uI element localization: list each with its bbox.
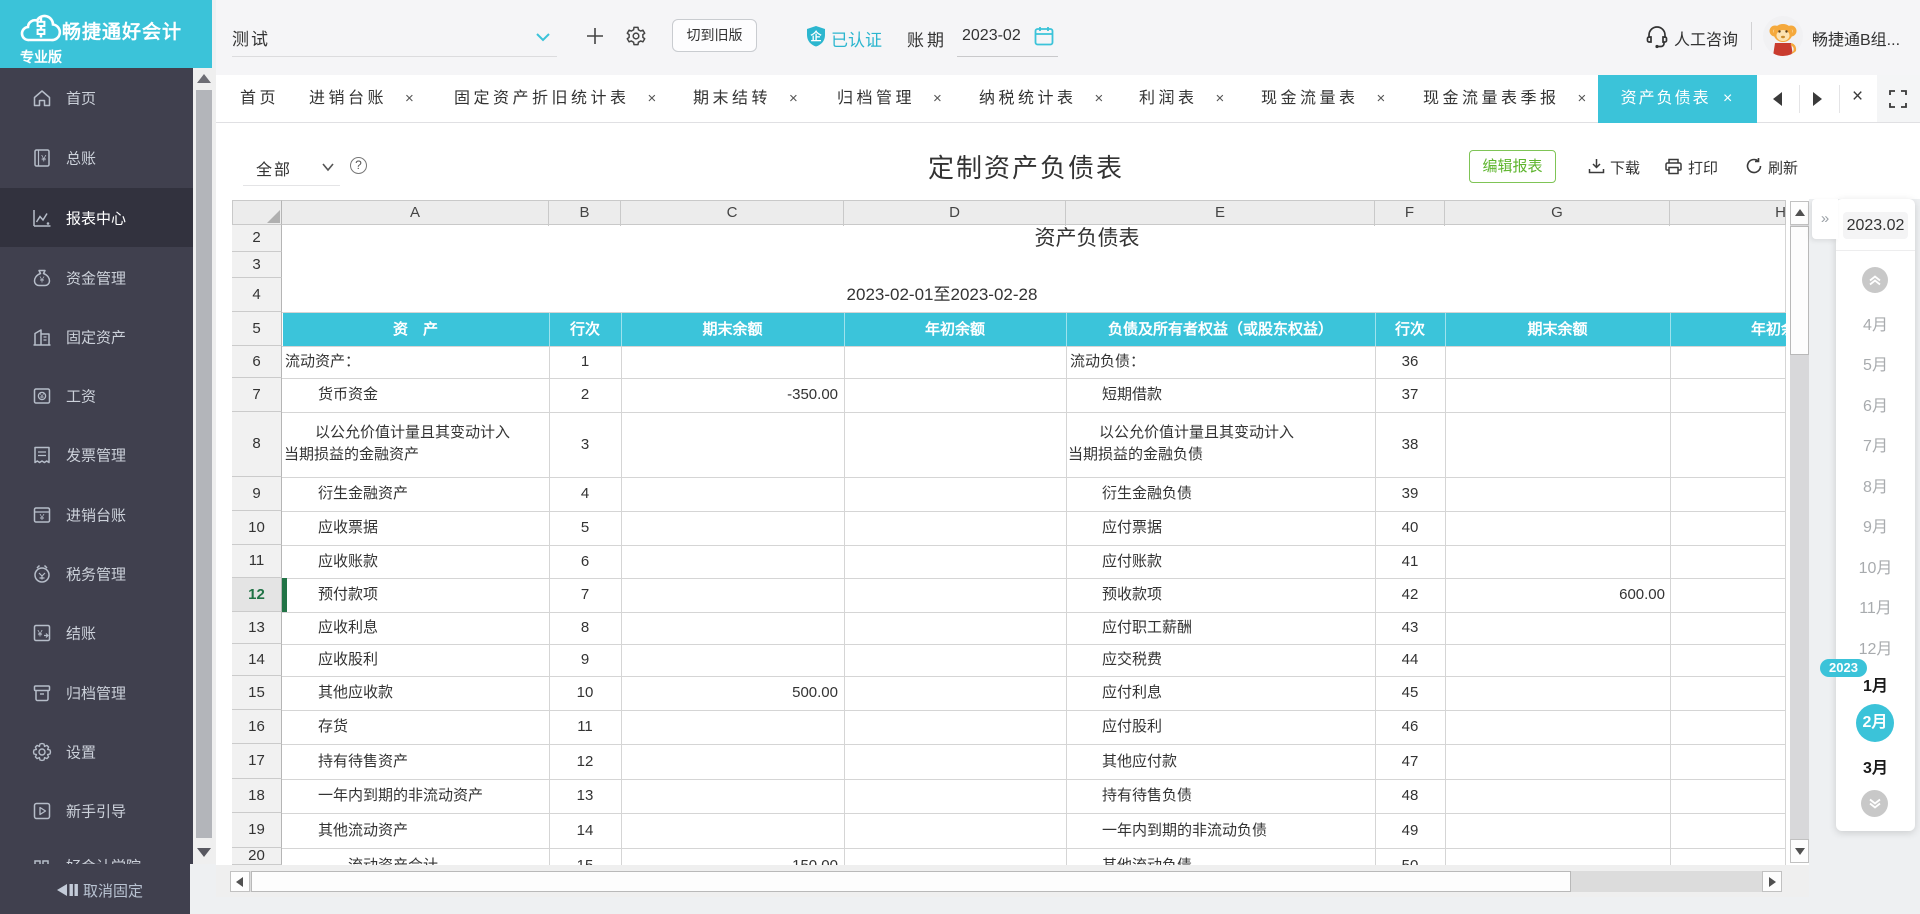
svg-text:¥: ¥ <box>40 153 47 163</box>
svg-text:¥: ¥ <box>36 628 43 638</box>
svg-text:¥: ¥ <box>39 274 45 284</box>
svg-text:¥: ¥ <box>39 511 45 521</box>
svg-text:企: 企 <box>810 29 823 43</box>
